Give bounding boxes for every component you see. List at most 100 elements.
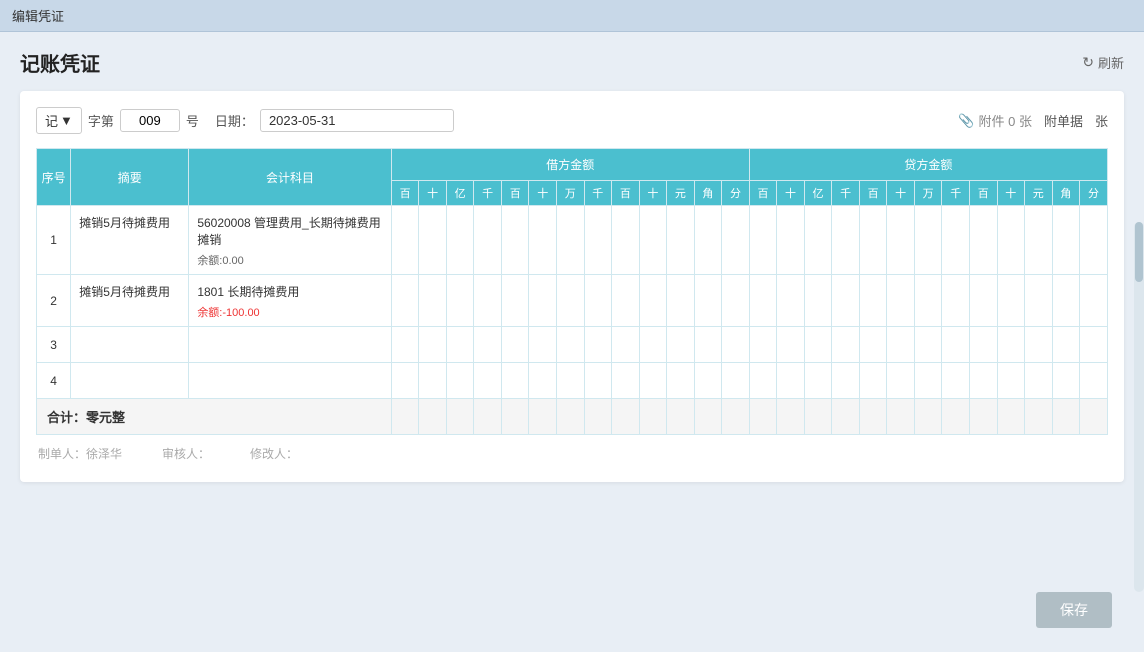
row-1-debit-1[interactable] <box>419 275 447 327</box>
row-0-credit-5[interactable] <box>887 206 915 275</box>
row-1-credit-10[interactable] <box>1025 275 1053 327</box>
row-1-seq[interactable]: 2 <box>37 275 71 327</box>
row-2-credit-2[interactable] <box>804 327 832 363</box>
row-2-credit-8[interactable] <box>969 327 997 363</box>
row-3-debit-1[interactable] <box>419 363 447 399</box>
row-0-debit-10[interactable] <box>667 206 695 275</box>
row-0-debit-5[interactable] <box>529 206 557 275</box>
row-2-debit-4[interactable] <box>501 327 529 363</box>
row-2-credit-9[interactable] <box>997 327 1025 363</box>
row-0-debit-11[interactable] <box>694 206 722 275</box>
row-2-credit-5[interactable] <box>887 327 915 363</box>
row-2-debit-5[interactable] <box>529 327 557 363</box>
row-0-debit-1[interactable] <box>419 206 447 275</box>
row-0-credit-9[interactable] <box>997 206 1025 275</box>
row-1-debit-4[interactable] <box>501 275 529 327</box>
row-0-credit-4[interactable] <box>859 206 887 275</box>
row-2-debit-8[interactable] <box>612 327 640 363</box>
row-0-debit-6[interactable] <box>557 206 585 275</box>
row-2-credit-7[interactable] <box>942 327 970 363</box>
row-2-credit-12[interactable] <box>1080 327 1108 363</box>
row-3-debit-2[interactable] <box>446 363 474 399</box>
row-0-debit-0[interactable] <box>391 206 419 275</box>
row-3-credit-4[interactable] <box>859 363 887 399</box>
row-1-summary[interactable]: 摊销5月待摊费用 <box>71 275 189 327</box>
row-0-credit-0[interactable] <box>749 206 777 275</box>
row-0-credit-8[interactable] <box>969 206 997 275</box>
row-1-debit-5[interactable] <box>529 275 557 327</box>
row-0-debit-12[interactable] <box>722 206 750 275</box>
row-2-credit-10[interactable] <box>1025 327 1053 363</box>
ji-select[interactable]: 记 ▼ <box>36 107 82 134</box>
row-0-credit-1[interactable] <box>777 206 805 275</box>
row-2-debit-9[interactable] <box>639 327 667 363</box>
date-input[interactable] <box>260 109 454 132</box>
row-3-credit-6[interactable] <box>914 363 942 399</box>
row-1-debit-9[interactable] <box>639 275 667 327</box>
row-1-credit-2[interactable] <box>804 275 832 327</box>
row-0-debit-2[interactable] <box>446 206 474 275</box>
row-3-credit-10[interactable] <box>1025 363 1053 399</box>
row-3-summary[interactable] <box>71 363 189 399</box>
row-2-credit-6[interactable] <box>914 327 942 363</box>
row-3-debit-12[interactable] <box>722 363 750 399</box>
row-1-credit-7[interactable] <box>942 275 970 327</box>
row-3-credit-5[interactable] <box>887 363 915 399</box>
row-1-debit-11[interactable] <box>694 275 722 327</box>
row-1-credit-6[interactable] <box>914 275 942 327</box>
attachment-link[interactable]: 📎 附件 0 张 <box>958 111 1032 130</box>
row-0-credit-6[interactable] <box>914 206 942 275</box>
row-1-credit-0[interactable] <box>749 275 777 327</box>
row-3-credit-8[interactable] <box>969 363 997 399</box>
row-0-debit-7[interactable] <box>584 206 612 275</box>
row-3-credit-1[interactable] <box>777 363 805 399</box>
row-1-debit-12[interactable] <box>722 275 750 327</box>
row-2-debit-1[interactable] <box>419 327 447 363</box>
row-1-debit-8[interactable] <box>612 275 640 327</box>
row-1-debit-10[interactable] <box>667 275 695 327</box>
row-1-debit-3[interactable] <box>474 275 502 327</box>
row-3-debit-7[interactable] <box>584 363 612 399</box>
row-2-credit-0[interactable] <box>749 327 777 363</box>
row-3-credit-9[interactable] <box>997 363 1025 399</box>
row-0-credit-3[interactable] <box>832 206 860 275</box>
row-3-credit-12[interactable] <box>1080 363 1108 399</box>
row-2-debit-7[interactable] <box>584 327 612 363</box>
row-1-debit-6[interactable] <box>557 275 585 327</box>
row-3-debit-10[interactable] <box>667 363 695 399</box>
row-1-credit-12[interactable] <box>1080 275 1108 327</box>
row-1-debit-0[interactable] <box>391 275 419 327</box>
row-1-credit-4[interactable] <box>859 275 887 327</box>
row-3-debit-4[interactable] <box>501 363 529 399</box>
row-1-credit-11[interactable] <box>1052 275 1080 327</box>
row-0-summary[interactable]: 摊销5月待摊费用 <box>71 206 189 275</box>
row-0-credit-11[interactable] <box>1052 206 1080 275</box>
row-3-credit-2[interactable] <box>804 363 832 399</box>
row-2-credit-1[interactable] <box>777 327 805 363</box>
row-2-seq[interactable]: 3 <box>37 327 71 363</box>
row-2-debit-6[interactable] <box>557 327 585 363</box>
row-2-debit-0[interactable] <box>391 327 419 363</box>
row-3-debit-11[interactable] <box>694 363 722 399</box>
row-2-debit-3[interactable] <box>474 327 502 363</box>
row-1-credit-9[interactable] <box>997 275 1025 327</box>
row-3-debit-3[interactable] <box>474 363 502 399</box>
row-3-debit-8[interactable] <box>612 363 640 399</box>
row-0-credit-2[interactable] <box>804 206 832 275</box>
row-0-credit-12[interactable] <box>1080 206 1108 275</box>
row-2-credit-3[interactable] <box>832 327 860 363</box>
row-3-seq[interactable]: 4 <box>37 363 71 399</box>
row-2-debit-10[interactable] <box>667 327 695 363</box>
row-3-debit-6[interactable] <box>557 363 585 399</box>
row-0-account[interactable]: 56020008 管理费用_长期待摊费用摊销余额:0.00 <box>189 206 392 275</box>
row-2-summary[interactable] <box>71 327 189 363</box>
row-3-debit-0[interactable] <box>391 363 419 399</box>
row-2-debit-11[interactable] <box>694 327 722 363</box>
row-2-credit-4[interactable] <box>859 327 887 363</box>
fu-dan-button[interactable]: 附单据 <box>1044 111 1083 130</box>
row-1-account[interactable]: 1801 长期待摊费用余额:-100.00 <box>189 275 392 327</box>
save-button[interactable]: 保存 <box>1036 592 1112 628</box>
row-1-credit-1[interactable] <box>777 275 805 327</box>
row-2-debit-2[interactable] <box>446 327 474 363</box>
row-3-credit-7[interactable] <box>942 363 970 399</box>
